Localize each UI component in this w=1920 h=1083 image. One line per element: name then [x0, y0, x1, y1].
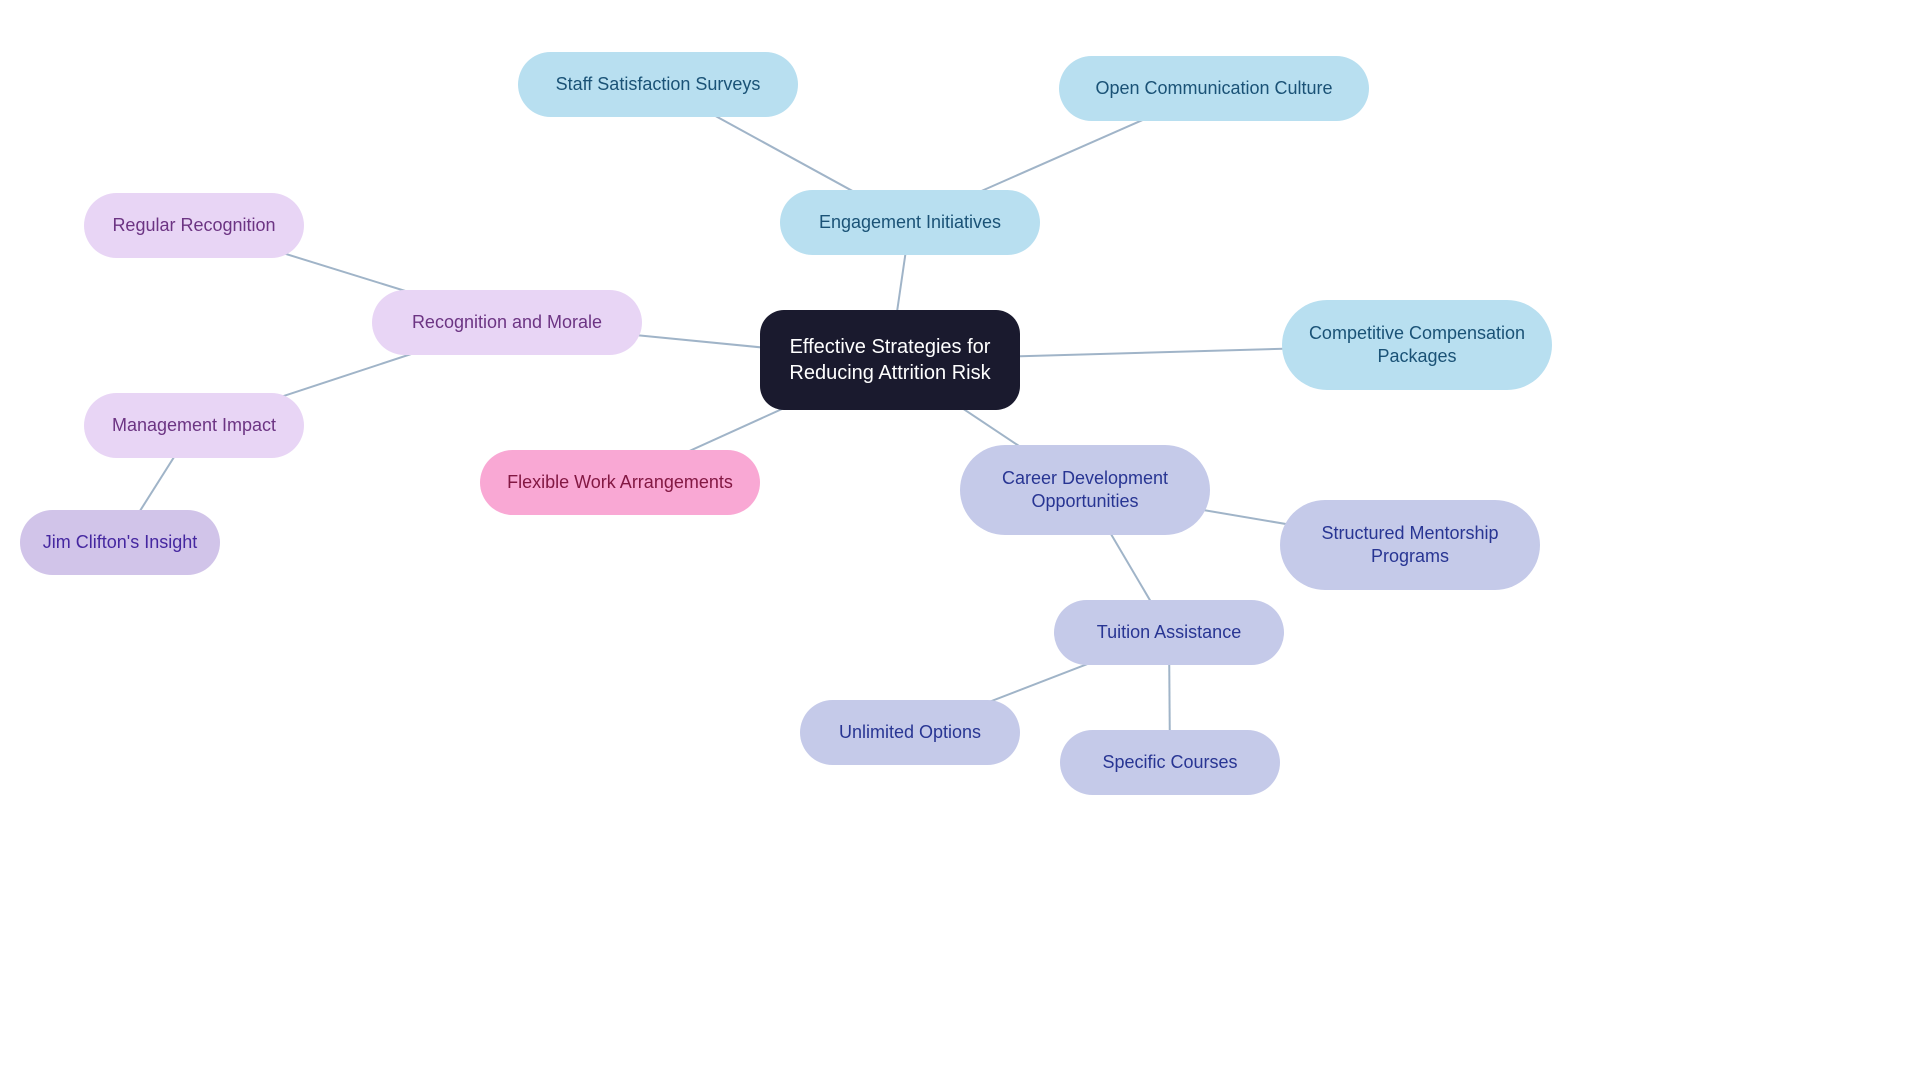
mind-map-node-recognition_morale: Recognition and Morale — [372, 290, 642, 355]
mind-map-node-center: Effective Strategies for Reducing Attrit… — [760, 310, 1020, 410]
mind-map-node-jim_clifton: Jim Clifton's Insight — [20, 510, 220, 575]
mind-map-node-open_comm: Open Communication Culture — [1059, 56, 1369, 121]
mind-map-node-competitive_comp: Competitive Compensation Packages — [1282, 300, 1552, 390]
mind-map-node-structured_mentorship: Structured Mentorship Programs — [1280, 500, 1540, 590]
mind-map-node-career_dev: Career Development Opportunities — [960, 445, 1210, 535]
mind-map-connections — [0, 0, 1920, 1083]
mind-map-node-specific_courses: Specific Courses — [1060, 730, 1280, 795]
mind-map-node-engagement: Engagement Initiatives — [780, 190, 1040, 255]
mind-map-node-flexible_work: Flexible Work Arrangements — [480, 450, 760, 515]
mind-map-node-regular_recognition: Regular Recognition — [84, 193, 304, 258]
mind-map-node-staff_satisfaction: Staff Satisfaction Surveys — [518, 52, 798, 117]
mind-map-node-management_impact: Management Impact — [84, 393, 304, 458]
mind-map-node-unlimited_options: Unlimited Options — [800, 700, 1020, 765]
mind-map-node-tuition_assistance: Tuition Assistance — [1054, 600, 1284, 665]
